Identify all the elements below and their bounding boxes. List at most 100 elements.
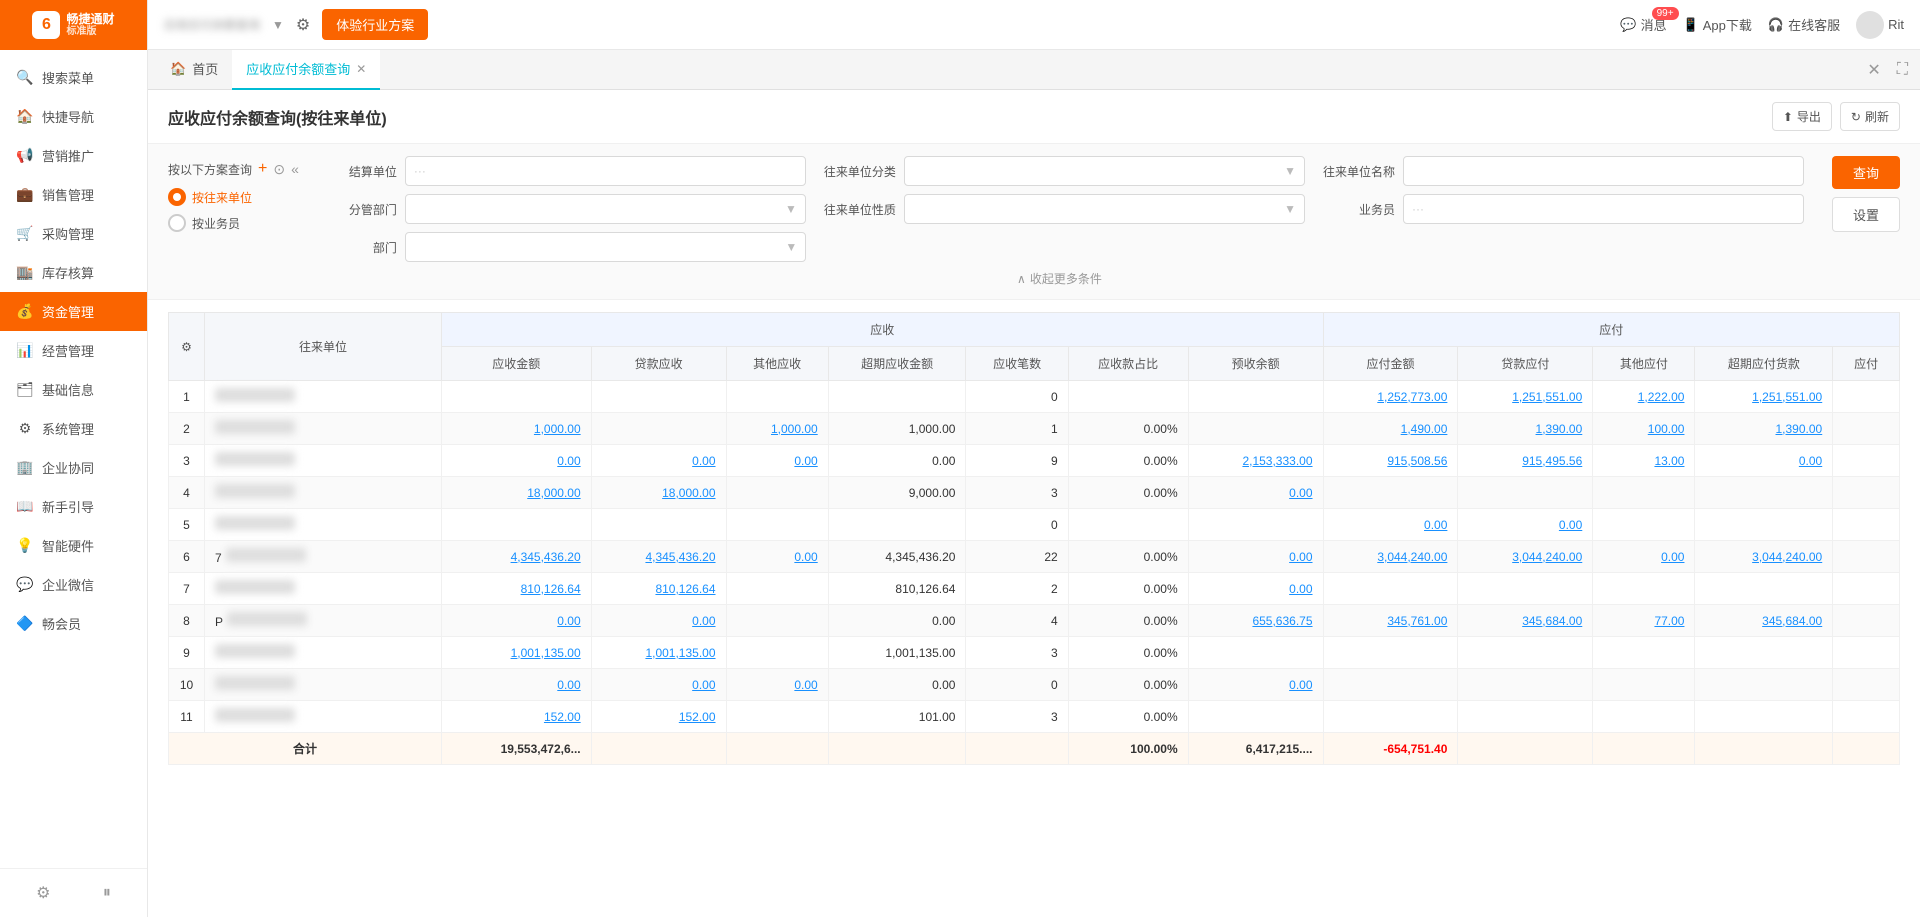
partner-category-select[interactable]: ▼ xyxy=(904,156,1305,186)
table-cell[interactable]: 2,153,333.00 xyxy=(1188,445,1323,477)
table-cell[interactable]: 13.00 xyxy=(1593,445,1695,477)
sidebar-settings-btn[interactable]: ⚙ xyxy=(32,879,54,907)
sidebar-item-system[interactable]: ⚙ 系统管理 xyxy=(0,409,147,448)
window-expand-btn[interactable]: ⛶ xyxy=(1893,61,1912,79)
sidebar-item-hardware[interactable]: 💡 智能硬件 xyxy=(0,526,147,565)
table-cell[interactable]: 345,684.00 xyxy=(1695,605,1833,637)
sidebar-item-operation[interactable]: 📊 经营管理 xyxy=(0,331,147,370)
table-cell[interactable]: 1,222.00 xyxy=(1593,381,1695,413)
table-cell[interactable]: 0.00 xyxy=(1458,509,1593,541)
sidebar-item-quicknav[interactable]: 🏠 快捷导航 xyxy=(0,97,147,136)
query-button[interactable]: 查询 xyxy=(1832,156,1900,189)
table-cell xyxy=(1593,509,1695,541)
table-cell[interactable]: 18,000.00 xyxy=(441,477,591,509)
add-scheme-btn[interactable]: + xyxy=(258,160,267,178)
table-cell[interactable]: 1,390.00 xyxy=(1695,413,1833,445)
table-cell[interactable]: 18,000.00 xyxy=(591,477,726,509)
table-cell[interactable]: 0.00 xyxy=(441,669,591,701)
partner-nature-select[interactable]: ▼ xyxy=(904,194,1305,224)
table-cell[interactable]: 0.00 xyxy=(1695,445,1833,477)
tab-home[interactable]: 🏠 首页 xyxy=(156,50,232,90)
table-cell[interactable]: 152.00 xyxy=(441,701,591,733)
table-cell[interactable]: 0.00 xyxy=(726,541,828,573)
table-cell[interactable]: 152.00 xyxy=(591,701,726,733)
table-cell[interactable]: 915,495.56 xyxy=(1458,445,1593,477)
table-cell[interactable]: 345,684.00 xyxy=(1458,605,1593,637)
table-cell[interactable]: 915,508.56 xyxy=(1323,445,1458,477)
table-cell[interactable]: 0.00 xyxy=(591,445,726,477)
sidebar-item-search[interactable]: 🔍 搜索菜单 xyxy=(0,58,147,97)
table-cell[interactable]: 1,000.00 xyxy=(726,413,828,445)
table-cell[interactable]: 0.00 xyxy=(1593,541,1695,573)
table-cell[interactable]: 4,345,436.20 xyxy=(591,541,726,573)
sidebar-item-guide[interactable]: 📖 新手引导 xyxy=(0,487,147,526)
dept2-select[interactable]: ▼ xyxy=(405,232,806,262)
table-cell[interactable]: 0.00 xyxy=(1188,573,1323,605)
window-close-btn[interactable]: ✕ xyxy=(1863,60,1884,80)
scheme-settings-btn[interactable]: ⊙ xyxy=(273,161,285,178)
table-cell[interactable]: 0.00 xyxy=(726,669,828,701)
table-cell[interactable]: 0.00 xyxy=(441,605,591,637)
sidebar-collapse-btn[interactable]: ⏸ xyxy=(99,880,115,906)
tab-close-btn[interactable]: ✕ xyxy=(356,62,366,76)
scheme-collapse-btn[interactable]: « xyxy=(291,161,299,177)
table-cell[interactable]: 3,044,240.00 xyxy=(1323,541,1458,573)
collapse-button[interactable]: ∧ 收起更多条件 xyxy=(1017,270,1102,287)
table-cell[interactable]: 655,636.75 xyxy=(1188,605,1323,637)
table-cell[interactable]: 0.00 xyxy=(441,445,591,477)
table-cell[interactable]: 0.00 xyxy=(591,669,726,701)
table-cell[interactable]: 3,044,240.00 xyxy=(1458,541,1593,573)
table-cell[interactable]: 1,490.00 xyxy=(1323,413,1458,445)
partner-name-input[interactable] xyxy=(1403,156,1804,186)
online-service-btn[interactable]: 🎧 在线客服 xyxy=(1768,15,1840,34)
table-cell[interactable]: 0.00 xyxy=(726,445,828,477)
sidebar-item-basic[interactable]: 🗂 基础信息 xyxy=(0,370,147,409)
scheme-by-partner[interactable]: 按往来单位 xyxy=(168,188,299,206)
sidebar-item-purchase[interactable]: 🛒 采购管理 xyxy=(0,214,147,253)
table-scroll[interactable]: ⚙ 往来单位 应收 应付 xyxy=(168,300,1900,765)
message-icon: 💬 xyxy=(1620,17,1636,33)
sidebar-item-marketing[interactable]: 📢 营销推广 xyxy=(0,136,147,175)
table-cell[interactable]: 0.00 xyxy=(591,605,726,637)
sidebar-item-wechat[interactable]: 💬 企业微信 xyxy=(0,565,147,604)
dept-select[interactable]: ▼ xyxy=(405,194,806,224)
table-cell[interactable]: 1,390.00 xyxy=(1458,413,1593,445)
header-dropdown-btn[interactable]: ▼ xyxy=(272,18,284,32)
scheme-by-salesperson[interactable]: 按业务员 xyxy=(168,214,299,232)
sidebar-item-inventory[interactable]: 🏬 库存核算 xyxy=(0,253,147,292)
table-cell[interactable]: 0.00 xyxy=(1188,541,1323,573)
refresh-button[interactable]: ↻ 刷新 xyxy=(1840,102,1900,131)
table-cell[interactable]: 810,126.64 xyxy=(591,573,726,605)
promo-button[interactable]: 体验行业方案 xyxy=(322,9,428,40)
table-cell[interactable]: 1,252,773.00 xyxy=(1323,381,1458,413)
settlement-unit-input[interactable]: ··· xyxy=(405,156,806,186)
sidebar-item-finance[interactable]: 💰 资金管理 xyxy=(0,292,147,331)
sidebar-item-sales[interactable]: 💼 销售管理 xyxy=(0,175,147,214)
table-cell[interactable]: 1,001,135.00 xyxy=(591,637,726,669)
table-cell[interactable]: 1,001,135.00 xyxy=(441,637,591,669)
messages-btn[interactable]: 💬 消息 99+ xyxy=(1620,15,1666,34)
sidebar-item-member[interactable]: 🔷 畅会员 xyxy=(0,604,147,643)
header-gear-icon[interactable]: ⚙ xyxy=(296,15,310,35)
table-cell[interactable]: 1,000.00 xyxy=(441,413,591,445)
table-cell[interactable]: 100.00 xyxy=(1593,413,1695,445)
tab-receivable[interactable]: 应收应付余额查询 ✕ xyxy=(232,50,380,90)
table-cell[interactable]: 0.00 xyxy=(1188,669,1323,701)
table-cell[interactable]: 4,345,436.20 xyxy=(441,541,591,573)
table-cell[interactable]: 0.00 xyxy=(1188,477,1323,509)
app-download-btn[interactable]: 📱 App下载 xyxy=(1683,15,1752,34)
table-cell[interactable]: 3,044,240.00 xyxy=(1695,541,1833,573)
table-cell[interactable]: 1,251,551.00 xyxy=(1695,381,1833,413)
salesperson-input[interactable]: ··· xyxy=(1403,194,1804,224)
table-cell[interactable]: 810,126.64 xyxy=(441,573,591,605)
settings-button[interactable]: 设置 xyxy=(1832,197,1900,232)
table-row: 101,252,773.001,251,551.001,222.001,251,… xyxy=(169,381,1900,413)
table-cell[interactable]: 345,761.00 xyxy=(1323,605,1458,637)
table-cell[interactable]: 0.00 xyxy=(1323,509,1458,541)
sidebar-item-corp[interactable]: 🏢 企业协同 xyxy=(0,448,147,487)
th-settings[interactable]: ⚙ xyxy=(169,313,205,381)
table-cell[interactable]: 1,251,551.00 xyxy=(1458,381,1593,413)
export-button[interactable]: ⬆ 导出 xyxy=(1772,102,1832,131)
table-cell[interactable]: 77.00 xyxy=(1593,605,1695,637)
user-menu[interactable]: Rit xyxy=(1856,11,1904,39)
